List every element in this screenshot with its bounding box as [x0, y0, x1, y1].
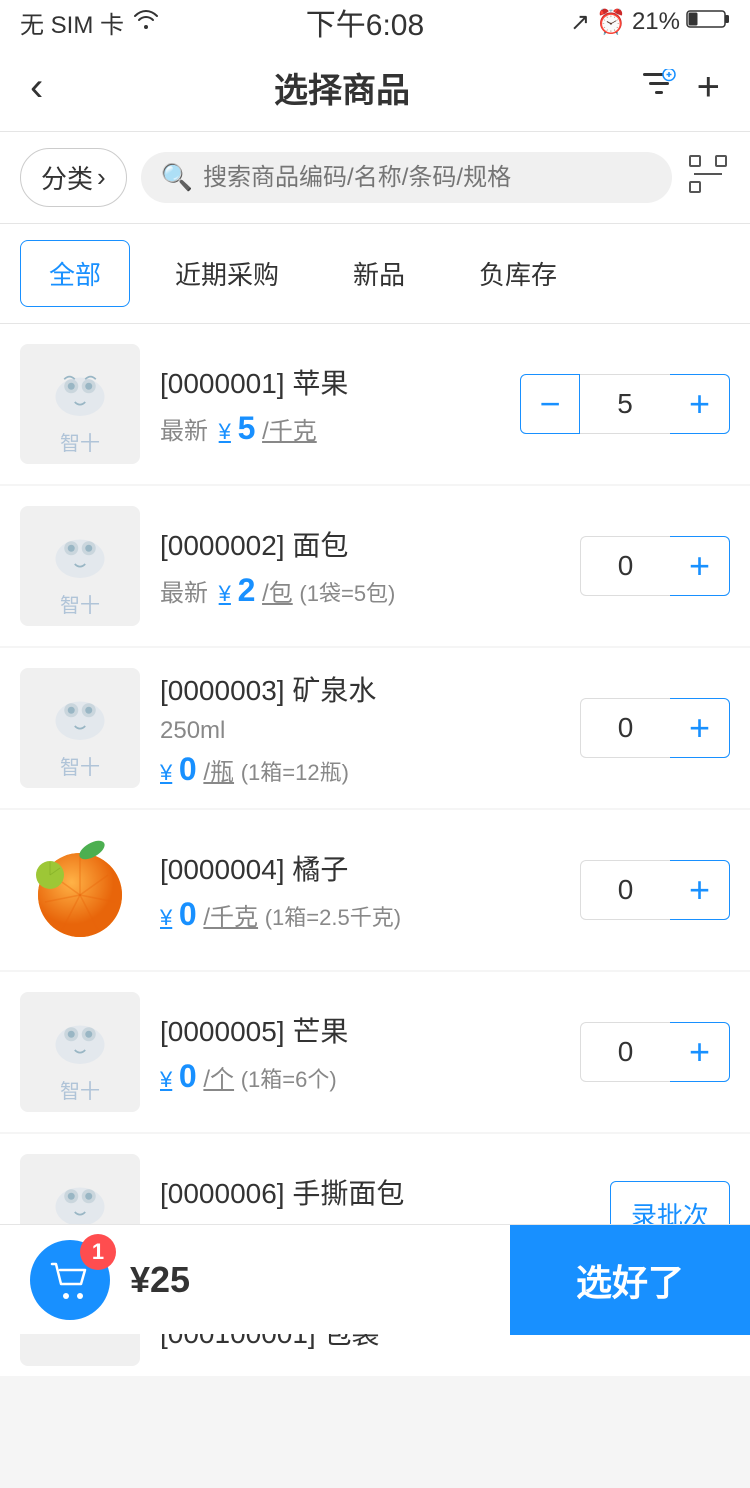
plus-button[interactable]: + — [670, 374, 730, 434]
quantity-control: + — [580, 1022, 730, 1082]
status-right: ↗ ⏰ 21% — [570, 8, 730, 37]
list-item: [0000004] 橘子 ¥ 0 /千克 (1箱=2.5千克) + — [0, 810, 750, 970]
add-icon[interactable]: + — [697, 65, 720, 110]
placeholder-logo: 智十 — [20, 506, 140, 626]
product-info: [0000002] 面包 最新 ¥ 2 /包 (1袋=5包) — [160, 524, 560, 609]
tab-recent[interactable]: 近期采购 — [146, 240, 308, 307]
quantity-control: + — [580, 698, 730, 758]
nav-right: + — [641, 65, 720, 110]
placeholder-logo: 智十 — [20, 992, 140, 1112]
filter-bar: 分类 › 🔍 — [0, 132, 750, 224]
product-price: ¥ 0 /瓶 (1箱=12瓶) — [160, 751, 560, 788]
status-left: 无 SIM 卡 — [20, 5, 160, 40]
tab-negative[interactable]: 负库存 — [450, 240, 586, 307]
plus-button[interactable]: + — [670, 1022, 730, 1082]
no-sim-label: 无 SIM 卡 — [20, 5, 124, 40]
battery-label: 21% — [632, 8, 680, 36]
product-name: [0000003] 矿泉水 — [160, 669, 560, 709]
cart-button[interactable]: 1 — [30, 1240, 110, 1320]
product-spec: 250ml — [160, 717, 560, 745]
product-name: [0000005] 芒果 — [160, 1010, 560, 1050]
product-info: [0000001] 苹果 最新 ¥ 5 /千克 — [160, 362, 500, 447]
quantity-control: + — [580, 860, 730, 920]
product-price: ¥ 0 /个 (1箱=6个) — [160, 1058, 560, 1095]
filter-icon[interactable] — [641, 69, 677, 107]
bottom-bar: 1 ¥25 选好了 — [0, 1224, 750, 1334]
tabs: 全部 近期采购 新品 负库存 — [0, 224, 750, 324]
wifi-icon — [132, 8, 160, 36]
product-price: ¥ 0 /千克 (1箱=2.5千克) — [160, 896, 560, 933]
quantity-input[interactable] — [580, 374, 670, 434]
status-bar: 无 SIM 卡 下午6:08 ↗ ⏰ 21% — [0, 0, 750, 44]
product-image: 智十 — [20, 344, 140, 464]
product-image — [20, 830, 140, 950]
product-info: [0000005] 芒果 ¥ 0 /个 (1箱=6个) — [160, 1010, 560, 1095]
search-icon: 🔍 — [161, 162, 193, 193]
cart-badge: 1 — [80, 1234, 116, 1270]
orange-illustration — [20, 830, 140, 950]
list-item: 智十 [0000005] 芒果 ¥ 0 /个 (1箱=6个) + — [0, 972, 750, 1132]
quantity-input[interactable] — [580, 860, 670, 920]
plus-button[interactable]: + — [670, 860, 730, 920]
tab-all[interactable]: 全部 — [20, 240, 130, 307]
alarm-icon: ⏰ — [596, 8, 626, 37]
product-price: 最新 ¥ 2 /包 (1袋=5包) — [160, 572, 560, 609]
search-input[interactable] — [203, 164, 652, 192]
plus-button[interactable]: + — [670, 698, 730, 758]
list-item: 智十 [0000002] 面包 最新 ¥ 2 /包 (1袋=5包) + — [0, 486, 750, 646]
product-info: [0000003] 矿泉水 250ml ¥ 0 /瓶 (1箱=12瓶) — [160, 669, 560, 788]
quantity-control: + — [580, 536, 730, 596]
page-title: 选择商品 — [274, 63, 410, 112]
confirm-button[interactable]: 选好了 — [510, 1225, 750, 1335]
battery-icon — [686, 8, 730, 37]
product-name: [0000001] 苹果 — [160, 362, 500, 402]
product-name: [0000006] 手撕面包 — [160, 1172, 590, 1212]
nav-left: ‹ — [30, 65, 43, 110]
plus-button[interactable]: + — [670, 536, 730, 596]
list-item: 智十 [0000003] 矿泉水 250ml ¥ 0 /瓶 (1箱=12瓶) + — [0, 648, 750, 808]
product-image: 智十 — [20, 506, 140, 626]
nav-bar: ‹ 选择商品 + — [0, 44, 750, 132]
quantity-input[interactable] — [580, 698, 670, 758]
back-button[interactable]: ‹ — [30, 65, 43, 110]
product-name: [0000002] 面包 — [160, 524, 560, 564]
product-image: 智十 — [20, 668, 140, 788]
quantity-control: − + — [520, 374, 730, 434]
list-item: 智十 [0000001] 苹果 最新 ¥ 5 /千克 − + — [0, 324, 750, 484]
minus-button[interactable]: − — [520, 374, 580, 434]
product-price: 最新 ¥ 5 /千克 — [160, 410, 500, 447]
cart-total: ¥25 — [130, 1259, 190, 1301]
quantity-input[interactable] — [580, 1022, 670, 1082]
location-icon: ↗ — [570, 8, 590, 37]
placeholder-logo: 智十 — [20, 344, 140, 464]
category-label: 分类 — [41, 159, 93, 196]
category-chevron: › — [97, 162, 106, 193]
search-box: 🔍 — [141, 152, 672, 203]
cart-area: 1 ¥25 — [0, 1240, 510, 1320]
scan-icon[interactable] — [686, 152, 730, 204]
quantity-input[interactable] — [580, 536, 670, 596]
product-info: [0000004] 橘子 ¥ 0 /千克 (1箱=2.5千克) — [160, 848, 560, 933]
category-button[interactable]: 分类 › — [20, 148, 127, 207]
product-image: 智十 — [20, 992, 140, 1112]
product-name: [0000004] 橘子 — [160, 848, 560, 888]
placeholder-logo: 智十 — [20, 668, 140, 788]
tab-new[interactable]: 新品 — [324, 240, 434, 307]
status-time: 下午6:08 — [306, 0, 424, 44]
